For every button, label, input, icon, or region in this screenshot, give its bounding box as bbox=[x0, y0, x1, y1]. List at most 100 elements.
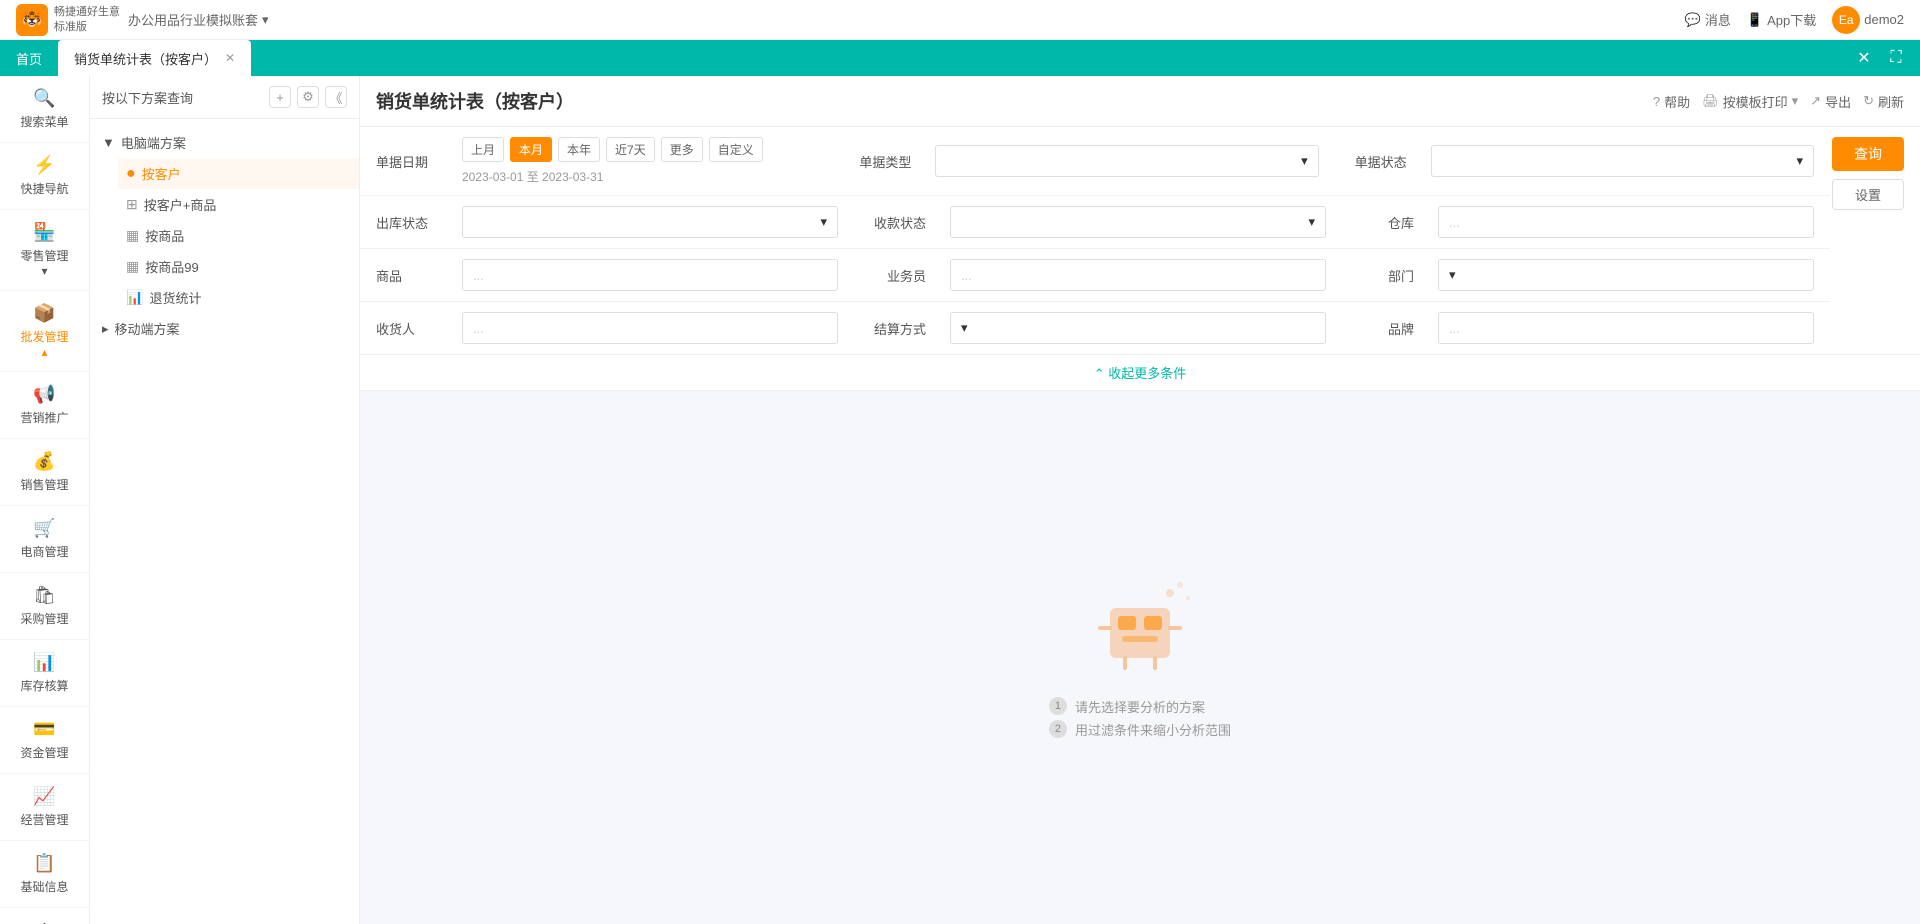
logo-text: 畅捷通好生意 标准版 bbox=[54, 5, 120, 34]
empty-tips: 1 请先选择要分析的方案 2 用过滤条件来缩小分析范围 bbox=[1049, 693, 1231, 743]
right-content: 销货单统计表（按客户） ? 帮助 🖨 按模板打印 ▾ ↗ 导出 bbox=[360, 76, 1920, 924]
sidebar: 🔍 搜索菜单 ⚡ 快捷导航 🏪 零售管理 ▾ 📦 批发管理 ▴ 📢 营销推广 💰… bbox=[0, 76, 90, 924]
product-label: 商品 bbox=[376, 266, 446, 285]
messages-button[interactable]: 💬 消息 bbox=[1685, 10, 1731, 29]
filter-row-3: 商品 ... 业务员 ... 部门 ▾ bbox=[360, 249, 1830, 302]
filter-row-2: 出库状态 ▾ 收款状态 ▾ 仓库 bbox=[360, 196, 1830, 249]
sidebar-item-retail[interactable]: 🏪 零售管理 ▾ bbox=[0, 210, 89, 291]
sidebar-item-operations[interactable]: 📈 经营管理 bbox=[0, 774, 89, 841]
selected-indicator: ● bbox=[126, 165, 136, 183]
tab-bar: 首页 销货单统计表（按客户） ✕ ✕ ⛶ bbox=[0, 40, 1920, 76]
user-menu[interactable]: Ea demo2 bbox=[1832, 6, 1904, 34]
collapse-row[interactable]: ⌃ 收起更多条件 bbox=[360, 354, 1920, 390]
sidebar-item-finance[interactable]: 💳 资金管理 bbox=[0, 707, 89, 774]
filter-row-1: 单据日期 上月 本月 本年 近7天 更多 自定义 2023-03-01 至 20… bbox=[360, 127, 1830, 196]
date-this-month[interactable]: 本月 bbox=[510, 137, 552, 162]
department-dropdown-icon: ▾ bbox=[1449, 267, 1456, 283]
retail-icon: 🏪 bbox=[4, 222, 85, 243]
doc-type-select[interactable]: ▾ bbox=[935, 145, 1318, 177]
refresh-button[interactable]: ↻ 刷新 bbox=[1863, 92, 1904, 111]
date-custom[interactable]: 自定义 bbox=[709, 137, 763, 162]
doc-status-select[interactable]: ▾ bbox=[1431, 145, 1814, 177]
table-icon: ▦ bbox=[126, 227, 139, 244]
tree-item-refund-stat[interactable]: 📊 退货统计 bbox=[118, 282, 359, 313]
tree-item-by-customer[interactable]: ● 按客户 bbox=[118, 158, 359, 189]
sidebar-item-wholesale[interactable]: 📦 批发管理 ▴ bbox=[0, 291, 89, 372]
out-status-select[interactable]: ▾ bbox=[462, 206, 838, 238]
warehouse-select[interactable]: ... bbox=[1438, 206, 1814, 238]
date-range-container: 上月 本月 本年 近7天 更多 自定义 2023-03-01 至 2023-03… bbox=[462, 137, 823, 185]
tab-close-button[interactable]: ✕ bbox=[1852, 46, 1876, 70]
avatar: Ea bbox=[1832, 6, 1860, 34]
filter-buttons-col: 查询 设置 bbox=[1830, 127, 1920, 354]
purchase-icon: 🛍 bbox=[4, 585, 85, 606]
sidebar-item-purchase[interactable]: 🛍 采购管理 bbox=[0, 573, 89, 640]
app-download-button[interactable]: 📱 App下载 bbox=[1747, 10, 1816, 29]
receipt-status-select[interactable]: ▾ bbox=[950, 206, 1326, 238]
consignee-select[interactable]: ... bbox=[462, 312, 838, 344]
department-select[interactable]: ▾ bbox=[1438, 259, 1814, 291]
refresh-icon: ↻ bbox=[1863, 93, 1874, 109]
date-last7[interactable]: 近7天 bbox=[606, 137, 655, 162]
warehouse-placeholder: ... bbox=[1449, 215, 1460, 230]
receipt-status-dropdown-icon: ▾ bbox=[1308, 214, 1315, 230]
sidebar-item-inventory[interactable]: 📊 库存核算 bbox=[0, 640, 89, 707]
filter-fields: 单据日期 上月 本月 本年 近7天 更多 自定义 2023-03-01 至 20… bbox=[360, 127, 1830, 354]
filter-section: 单据日期 上月 本月 本年 近7天 更多 自定义 2023-03-01 至 20… bbox=[360, 127, 1920, 391]
query-button[interactable]: 查询 bbox=[1832, 137, 1904, 171]
retail-arrow: ▾ bbox=[41, 264, 47, 278]
salesperson-select[interactable]: ... bbox=[950, 259, 1326, 291]
department-label: 部门 bbox=[1342, 266, 1422, 285]
sidebar-item-basic[interactable]: 📋 基础信息 bbox=[0, 841, 89, 908]
date-this-year[interactable]: 本年 bbox=[558, 137, 600, 162]
settings-button[interactable]: 设置 bbox=[1832, 179, 1904, 210]
brand-select[interactable]: ... bbox=[1438, 312, 1814, 344]
help-button[interactable]: ? 帮助 bbox=[1653, 92, 1690, 111]
sidebar-item-search[interactable]: 🔍 搜索菜单 bbox=[0, 76, 89, 143]
settlement-select[interactable]: ▾ bbox=[950, 312, 1326, 344]
marketing-icon: 📢 bbox=[4, 384, 85, 405]
tree-desktop-section[interactable]: ▼ 电脑端方案 bbox=[90, 127, 359, 158]
tree-item-by-product[interactable]: ▦ 按商品 bbox=[118, 220, 359, 251]
settlement-dropdown-icon: ▾ bbox=[961, 320, 968, 336]
product-select[interactable]: ... bbox=[462, 259, 838, 291]
company-dropdown-icon: ▾ bbox=[262, 12, 269, 28]
panel-add-button[interactable]: + bbox=[269, 86, 291, 108]
template-print-button[interactable]: 🖨 按模板打印 ▾ bbox=[1702, 92, 1798, 111]
sidebar-item-system[interactable]: ⚙ 系统管理 bbox=[0, 908, 89, 924]
doc-type-dropdown-icon: ▾ bbox=[1301, 153, 1308, 169]
tab-sales-stat[interactable]: 销货单统计表（按客户） ✕ bbox=[58, 40, 251, 76]
finance-icon: 💳 bbox=[4, 719, 85, 740]
operations-icon: 📈 bbox=[4, 786, 85, 807]
date-more[interactable]: 更多 bbox=[661, 137, 703, 162]
sidebar-item-quicknav[interactable]: ⚡ 快捷导航 bbox=[0, 143, 89, 210]
tree-item-by-customer-product[interactable]: ⊞ 按客户+商品 bbox=[118, 189, 359, 220]
tree-mobile-section[interactable]: ▸ 移动端方案 bbox=[90, 313, 359, 344]
sidebar-item-ecommerce[interactable]: 🛒 电商管理 bbox=[0, 506, 89, 573]
panel-settings-button[interactable]: ⚙ bbox=[297, 86, 319, 108]
sales-icon: 💰 bbox=[4, 451, 85, 472]
empty-tip-2: 2 用过滤条件来缩小分析范围 bbox=[1049, 720, 1231, 739]
logo-icon: 🐯 bbox=[16, 4, 48, 36]
date-last-month[interactable]: 上月 bbox=[462, 137, 504, 162]
company-selector[interactable]: 办公用品行业模拟账套 ▾ bbox=[128, 10, 269, 29]
page-title: 销货单统计表（按客户） bbox=[376, 88, 574, 114]
tab-maximize-button[interactable]: ⛶ bbox=[1884, 46, 1908, 70]
doc-status-dropdown-icon: ▾ bbox=[1796, 153, 1803, 169]
export-button[interactable]: ↗ 导出 bbox=[1810, 92, 1851, 111]
sidebar-item-marketing[interactable]: 📢 营销推广 bbox=[0, 372, 89, 439]
sidebar-item-sales[interactable]: 💰 销售管理 bbox=[0, 439, 89, 506]
panel-collapse-button[interactable]: 《 bbox=[325, 86, 347, 108]
logo-area: 🐯 畅捷通好生意 标准版 bbox=[16, 4, 120, 36]
tab-close-icon[interactable]: ✕ bbox=[225, 51, 235, 65]
tab-home[interactable]: 首页 bbox=[0, 40, 58, 76]
tree-mobile-expand-icon: ▸ bbox=[102, 321, 109, 337]
system-icon: ⚙ bbox=[4, 920, 85, 924]
top-header: 🐯 畅捷通好生意 标准版 办公用品行业模拟账套 ▾ 💬 消息 📱 App下载 E… bbox=[0, 0, 1920, 40]
inventory-icon: 📊 bbox=[4, 652, 85, 673]
receipt-status-label: 收款状态 bbox=[854, 213, 934, 232]
message-icon: 💬 bbox=[1685, 12, 1701, 28]
wholesale-arrow: ▴ bbox=[41, 345, 47, 359]
tree-item-by-product99[interactable]: ▦ 按商品99 bbox=[118, 251, 359, 282]
doc-type-label: 单据类型 bbox=[839, 152, 919, 171]
